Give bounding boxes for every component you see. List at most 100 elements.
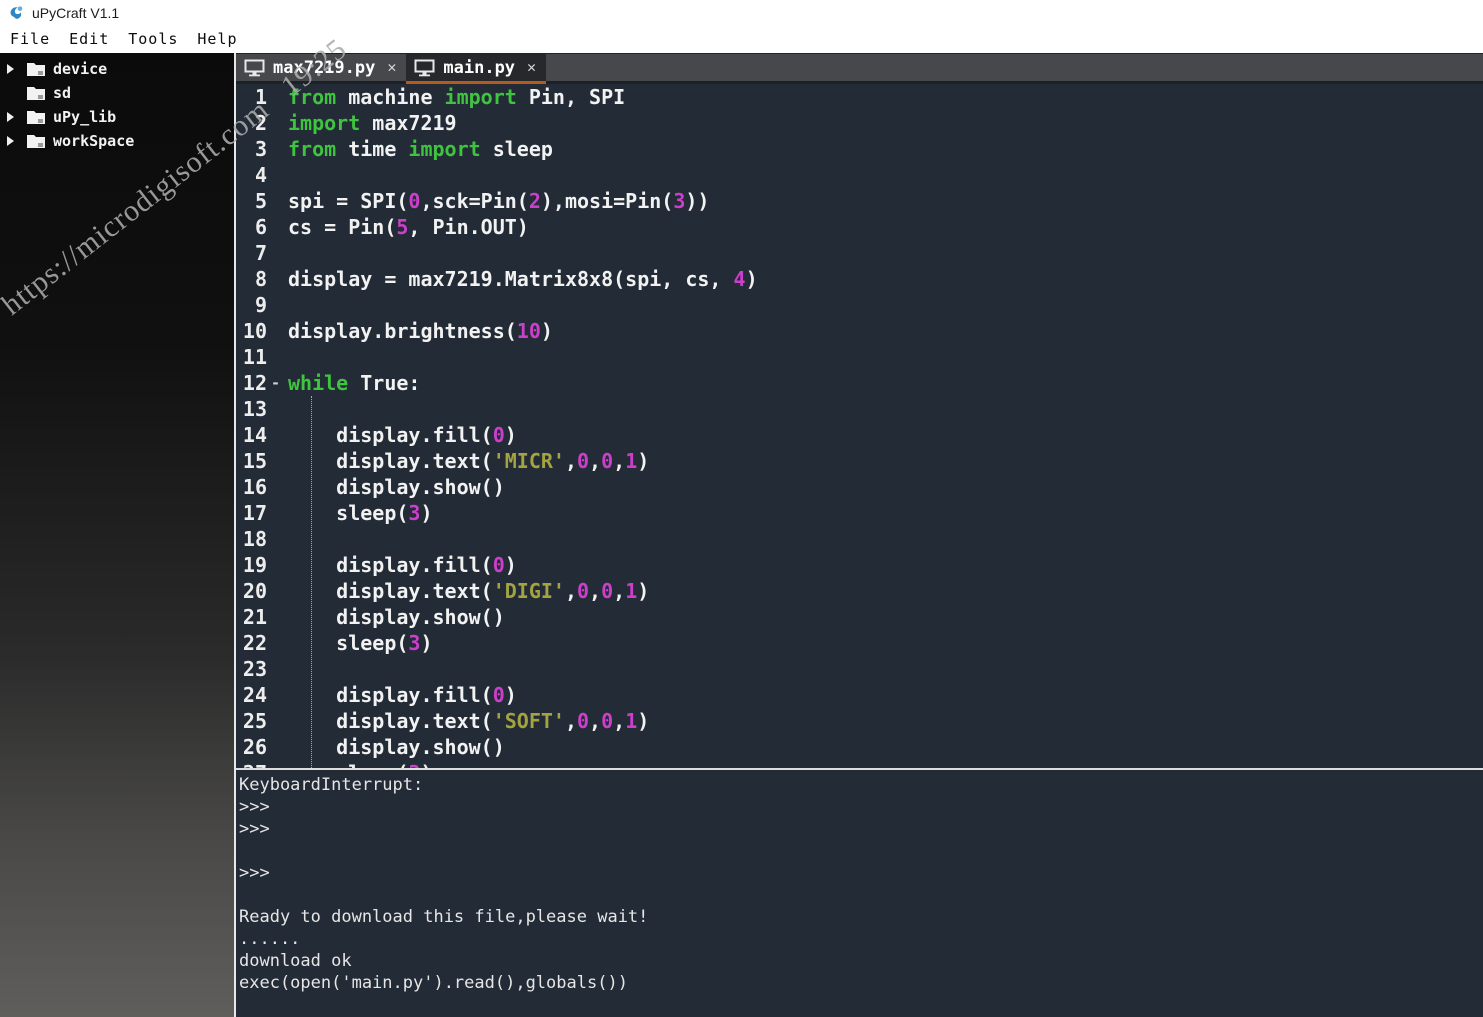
- tab-label: main.py: [443, 57, 516, 78]
- code-text: sleep(3): [288, 761, 432, 768]
- code-line: 22 sleep(3): [236, 630, 1483, 656]
- code-line: 9: [236, 292, 1483, 318]
- line-number: 15: [242, 449, 267, 473]
- folder-icon: [27, 135, 45, 148]
- sidebar-item-sd[interactable]: sd: [0, 81, 234, 105]
- console-line: Ready to download this file,please wait!: [239, 907, 649, 927]
- folder-icon: [27, 87, 45, 100]
- title-bar: uPyCraft V1.1: [0, 0, 1483, 25]
- code-line: 20 display.text('DIGI',0,0,1): [236, 578, 1483, 604]
- sidebar-item-label: workSpace: [53, 132, 135, 150]
- line-number: 12: [242, 371, 267, 395]
- indent-guide: [311, 396, 312, 768]
- line-number: 8: [254, 267, 267, 291]
- code-text: spi = SPI(0,sck=Pin(2),mosi=Pin(3)): [288, 189, 710, 213]
- line-number: 24: [242, 683, 267, 707]
- console-line: >>>: [239, 819, 280, 839]
- code-line: 19 display.fill(0): [236, 552, 1483, 578]
- file-monitor-icon: [244, 59, 265, 76]
- code-text: while True:: [288, 371, 421, 395]
- menu-item-file[interactable]: File: [10, 30, 50, 48]
- code-text: import max7219: [288, 111, 457, 135]
- code-lines: 1 from machine import Pin, SPI 2 import max…: [236, 84, 1483, 768]
- code-line: 25 display.text('SOFT',0,0,1): [236, 708, 1483, 734]
- code-text: from time import sleep: [288, 137, 553, 161]
- line-number: 16: [242, 475, 267, 499]
- line-number: 23: [242, 657, 267, 681]
- code-line: 5 spi = SPI(0,sck=Pin(2),mosi=Pin(3)): [236, 188, 1483, 214]
- sidebar-item-upy_lib[interactable]: uPy_lib: [0, 105, 234, 129]
- tab-main.py[interactable]: main.py ✕: [406, 54, 547, 84]
- code-line: 17 sleep(3): [236, 500, 1483, 526]
- line-number: 4: [254, 163, 267, 187]
- line-number: 7: [254, 241, 267, 265]
- console-line: download ok: [239, 951, 352, 971]
- code-editor[interactable]: 1 from machine import Pin, SPI 2 import max…: [236, 84, 1483, 768]
- editor-column: max7219.py ✕ main.py ✕ 1 from machine impor…: [236, 53, 1483, 1017]
- app-logo-icon: [10, 6, 23, 19]
- line-number: 18: [242, 527, 267, 551]
- tab-close-icon[interactable]: ✕: [385, 60, 398, 75]
- code-text: display.text('SOFT',0,0,1): [288, 709, 650, 733]
- file-monitor-icon: [414, 59, 435, 76]
- line-number: 11: [242, 345, 267, 369]
- line-number: 17: [242, 501, 267, 525]
- code-text: display.fill(0): [288, 553, 517, 577]
- console-line: exec(open('main.py').read(),globals()): [239, 973, 628, 993]
- expand-arrow-icon[interactable]: [7, 136, 14, 146]
- tab-max7219.py[interactable]: max7219.py ✕: [236, 54, 407, 84]
- code-line: 11: [236, 344, 1483, 370]
- sidebar-item-label: sd: [53, 84, 72, 102]
- line-number: 21: [242, 605, 267, 629]
- code-line: 3 from time import sleep: [236, 136, 1483, 162]
- code-text: display = max7219.Matrix8x8(spi, cs, 4): [288, 267, 758, 291]
- line-number: 3: [254, 137, 267, 161]
- code-line: 15 display.text('MICR',0,0,1): [236, 448, 1483, 474]
- file-tree-sidebar: device sd uPy_lib workSpace: [0, 53, 236, 1017]
- line-number: 25: [242, 709, 267, 733]
- fold-marker[interactable]: -: [267, 370, 288, 396]
- expand-arrow-icon[interactable]: [7, 64, 14, 74]
- code-text: display.text('MICR',0,0,1): [288, 449, 650, 473]
- code-text: display.text('DIGI',0,0,1): [288, 579, 650, 603]
- menu-item-tools[interactable]: Tools: [128, 30, 178, 48]
- editor-tab-bar: max7219.py ✕ main.py ✕: [236, 53, 1483, 84]
- menu-item-help[interactable]: Help: [197, 30, 237, 48]
- code-line: 7: [236, 240, 1483, 266]
- main-area: device sd uPy_lib workSpace max7219.py ✕ …: [0, 53, 1483, 1017]
- code-line: 27 sleep(3): [236, 760, 1483, 768]
- code-line: 12- while True:: [236, 370, 1483, 396]
- line-number: 10: [242, 319, 267, 343]
- code-text: display.show(): [288, 475, 505, 499]
- line-number: 5: [254, 189, 267, 213]
- file-tree: device sd uPy_lib workSpace: [0, 53, 234, 153]
- line-number: 20: [242, 579, 267, 603]
- folder-icon: [27, 111, 45, 124]
- line-number: 27: [236, 760, 267, 768]
- code-text: sleep(3): [288, 631, 433, 655]
- code-text: display.brightness(10): [288, 319, 553, 343]
- console-line: >>>: [239, 797, 280, 817]
- sidebar-item-label: uPy_lib: [53, 108, 117, 126]
- line-number: 26: [242, 735, 267, 759]
- expand-arrow-icon[interactable]: [7, 112, 14, 122]
- code-line: 26 display.show(): [236, 734, 1483, 760]
- sidebar-item-label: device: [53, 60, 108, 78]
- menu-item-edit[interactable]: Edit: [69, 30, 109, 48]
- code-text: display.fill(0): [288, 683, 517, 707]
- code-line: 8 display = max7219.Matrix8x8(spi, cs, 4): [236, 266, 1483, 292]
- code-line: 18: [236, 526, 1483, 552]
- code-line: 1 from machine import Pin, SPI: [236, 84, 1483, 110]
- sidebar-item-device[interactable]: device: [0, 57, 234, 81]
- sidebar-item-workspace[interactable]: workSpace: [0, 129, 234, 153]
- code-line: 14 display.fill(0): [236, 422, 1483, 448]
- console-line: >>>: [239, 863, 280, 883]
- line-number: 19: [242, 553, 267, 577]
- console-panel[interactable]: KeyboardInterrupt: >>> >>> >>> Ready to d…: [236, 768, 1483, 1017]
- line-number: 9: [254, 293, 267, 317]
- line-number: 14: [242, 423, 267, 447]
- console-line: KeyboardInterrupt:: [239, 775, 424, 795]
- line-number: 22: [242, 631, 267, 655]
- tab-close-icon[interactable]: ✕: [525, 60, 538, 75]
